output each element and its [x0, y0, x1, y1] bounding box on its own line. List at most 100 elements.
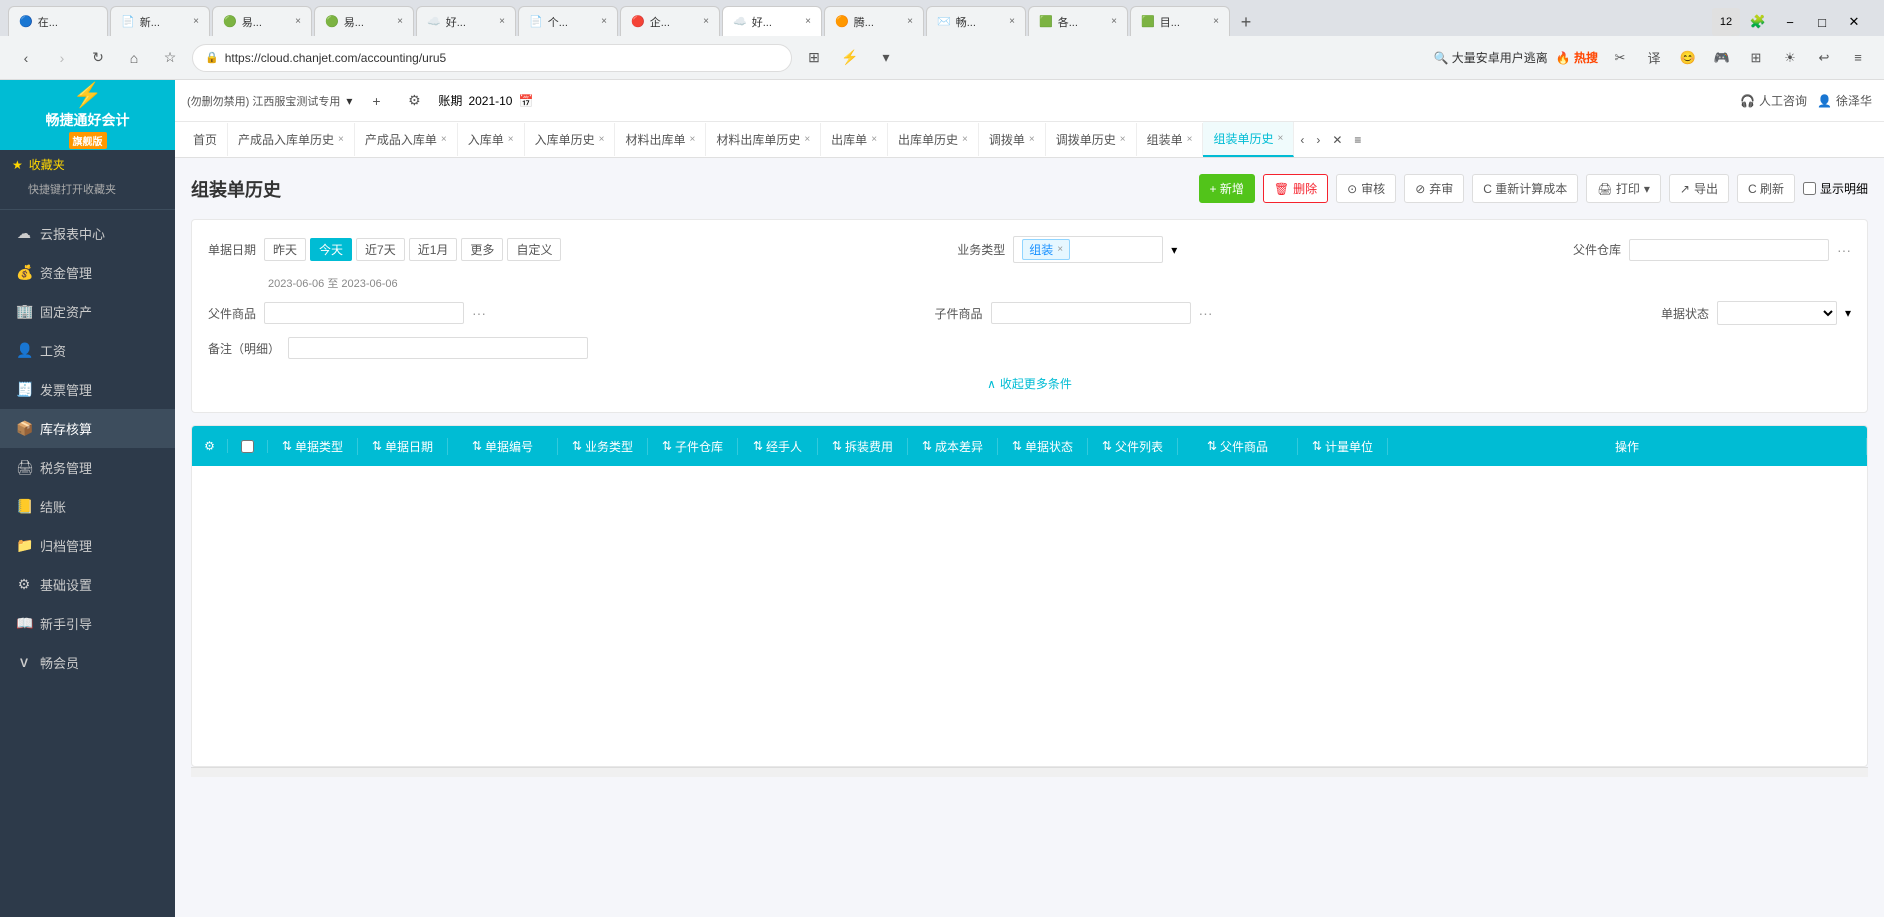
tab-close-icon[interactable]: × — [1111, 16, 1117, 27]
audit-button[interactable]: ⊙ 审核 — [1336, 174, 1396, 203]
tab-close-icon[interactable]: × — [601, 16, 607, 27]
home-button[interactable]: ⌂ — [120, 44, 148, 72]
parent-goods-more-icon[interactable]: ··· — [472, 305, 486, 321]
browser-tab-9[interactable]: 🟠 腾... × — [824, 6, 924, 36]
export-button[interactable]: ↗ 导出 — [1669, 174, 1729, 203]
child-goods-input[interactable] — [991, 302, 1191, 324]
tab-close-icon[interactable]: × — [441, 134, 447, 145]
dropdown-icon[interactable]: ▾ — [872, 44, 900, 72]
browser-tab-10[interactable]: ✉️ 畅... × — [926, 6, 1026, 36]
col-disassembly-fee[interactable]: ⇅ 拆装费用 — [818, 438, 908, 455]
sidebar-item-guide[interactable]: 📖 新手引导 — [0, 604, 175, 643]
tab-close-icon[interactable]: × — [1213, 16, 1219, 27]
translate-icon[interactable]: 译 — [1640, 44, 1668, 72]
sidebar-item-archive[interactable]: 📁 归档管理 — [0, 526, 175, 565]
delete-button[interactable]: 🗑 删除 — [1263, 174, 1328, 203]
sidebar-item-inventory[interactable]: 📦 库存核算 — [0, 409, 175, 448]
col-bill-status[interactable]: ⇅ 单据状态 — [998, 438, 1088, 455]
tag-close-icon[interactable]: × — [1057, 244, 1063, 255]
add-company-button[interactable]: + — [362, 87, 390, 115]
tab-stock-out-history[interactable]: 出库单历史 × — [888, 123, 979, 156]
support-link[interactable]: 🎧 人工咨询 — [1740, 92, 1807, 109]
tab-close-icon[interactable]: × — [962, 134, 968, 145]
tab-close-icon[interactable]: × — [1120, 134, 1126, 145]
business-type-dropdown-icon[interactable]: ▾ — [1171, 243, 1177, 257]
tab-close-icon[interactable]: × — [508, 134, 514, 145]
tab-close-icon[interactable]: × — [599, 134, 605, 145]
tab-close-icon[interactable]: × — [907, 16, 913, 27]
scissors-icon[interactable]: ✂ — [1606, 44, 1634, 72]
tab-menu-icon[interactable]: ≡ — [1348, 133, 1367, 147]
lightning-icon[interactable]: ⚡ — [836, 44, 864, 72]
abandon-button[interactable]: ⊘ 弃审 — [1404, 174, 1464, 203]
tab-prev-arrow[interactable]: ‹ — [1294, 133, 1310, 147]
show-detail-checkbox[interactable] — [1803, 182, 1816, 195]
tab-close-icon[interactable]: × — [499, 16, 505, 27]
col-handler[interactable]: ⇅ 经手人 — [738, 438, 818, 455]
remark-input[interactable] — [288, 337, 588, 359]
tab-close-icon[interactable]: × — [703, 16, 709, 27]
browser-tab-6[interactable]: 📄 个... × — [518, 6, 618, 36]
apps-icon[interactable]: ⊞ — [1742, 44, 1770, 72]
close-all-tabs[interactable]: ✕ — [1326, 133, 1348, 147]
browser-tab-2[interactable]: 📄 新... × — [110, 6, 210, 36]
tab-transfer-history[interactable]: 调拨单历史 × — [1046, 123, 1137, 156]
tab-close-icon[interactable]: × — [338, 134, 344, 145]
sidebar-item-settings[interactable]: ⚙ 基础设置 — [0, 565, 175, 604]
tab-stock-in[interactable]: 入库单 × — [458, 123, 525, 156]
new-tab-button[interactable]: + — [1232, 8, 1260, 36]
company-settings-icon[interactable]: ⚙ — [400, 87, 428, 115]
date-btn-today[interactable]: 今天 — [310, 238, 352, 261]
browser-tab-11[interactable]: 🟩 各... × — [1028, 6, 1128, 36]
date-btn-more[interactable]: 更多 — [461, 238, 503, 261]
sidebar-item-funds[interactable]: 💰 资金管理 — [0, 253, 175, 292]
close-browser-icon[interactable]: ✕ — [1840, 8, 1868, 36]
grid-icon[interactable]: ⊞ — [800, 44, 828, 72]
table-checkbox-col[interactable] — [228, 440, 268, 453]
tab-close-icon[interactable]: × — [805, 16, 811, 27]
sun-icon[interactable]: ☀ — [1776, 44, 1804, 72]
browser-tab-3[interactable]: 🟢 易... × — [212, 6, 312, 36]
parent-warehouse-input[interactable] — [1629, 239, 1829, 261]
refresh-button[interactable]: ↻ — [84, 44, 112, 72]
date-btn-1month[interactable]: 近1月 — [409, 238, 458, 261]
tab-material-out-history[interactable]: 材料出库单历史 × — [706, 123, 821, 156]
tab-close-icon[interactable]: × — [1029, 134, 1035, 145]
sidebar-item-payroll[interactable]: 👤 工资 — [0, 331, 175, 370]
extensions-icon[interactable]: 🧩 — [1744, 8, 1772, 36]
tab-transfer[interactable]: 调拨单 × — [979, 123, 1046, 156]
recalculate-button[interactable]: C 重新计算成本 — [1472, 174, 1578, 203]
sidebar-item-invoices[interactable]: 🧾 发票管理 — [0, 370, 175, 409]
tab-finished-goods-in[interactable]: 产成品入库单 × — [355, 123, 458, 156]
tab-close-icon[interactable]: × — [397, 16, 403, 27]
browser-tab-12[interactable]: 🟩 目... × — [1130, 6, 1230, 36]
game-icon[interactable]: 🎮 — [1708, 44, 1736, 72]
tab-home[interactable]: 首页 — [183, 123, 228, 156]
url-bar[interactable]: 🔒 https://cloud.chanjet.com/accounting/u… — [192, 44, 792, 72]
business-type-input[interactable]: 组装 × — [1013, 236, 1163, 263]
bill-status-select[interactable] — [1717, 301, 1837, 325]
col-unit[interactable]: ⇅ 计量单位 — [1298, 438, 1388, 455]
user-info[interactable]: 👤 徐泽华 — [1817, 92, 1872, 109]
sidebar-item-tax[interactable]: 🖨 税务管理 — [0, 448, 175, 487]
col-child-warehouse[interactable]: ⇅ 子件仓库 — [648, 438, 738, 455]
tab-close-icon[interactable]: × — [1009, 16, 1015, 27]
parent-goods-input[interactable] — [264, 302, 464, 324]
browser-tab-8[interactable]: ☁️ 好... × — [722, 6, 822, 36]
browser-tab-4[interactable]: 🟢 易... × — [314, 6, 414, 36]
emoji-icon[interactable]: 😊 — [1674, 44, 1702, 72]
tab-close-icon[interactable]: × — [1277, 133, 1283, 144]
refresh-button[interactable]: C 刷新 — [1737, 174, 1795, 203]
date-btn-7days[interactable]: 近7天 — [356, 238, 405, 261]
undo-icon[interactable]: ↩ — [1810, 44, 1838, 72]
tab-assembly[interactable]: 组装单 × — [1137, 123, 1204, 156]
tab-close-icon[interactable]: × — [295, 16, 301, 27]
tab-stock-in-history[interactable]: 入库单历史 × — [525, 123, 616, 156]
tab-close-icon[interactable]: × — [689, 134, 695, 145]
col-bill-type[interactable]: ⇅ 单据类型 — [268, 438, 358, 455]
sidebar-item-member[interactable]: V 畅会员 — [0, 643, 175, 682]
browser-tab-5[interactable]: ☁️ 好... × — [416, 6, 516, 36]
date-btn-custom[interactable]: 自定义 — [507, 238, 561, 261]
sidebar-item-cloud-report[interactable]: ☁ 云报表中心 — [0, 214, 175, 253]
tab-material-out[interactable]: 材料出库单 × — [615, 123, 706, 156]
